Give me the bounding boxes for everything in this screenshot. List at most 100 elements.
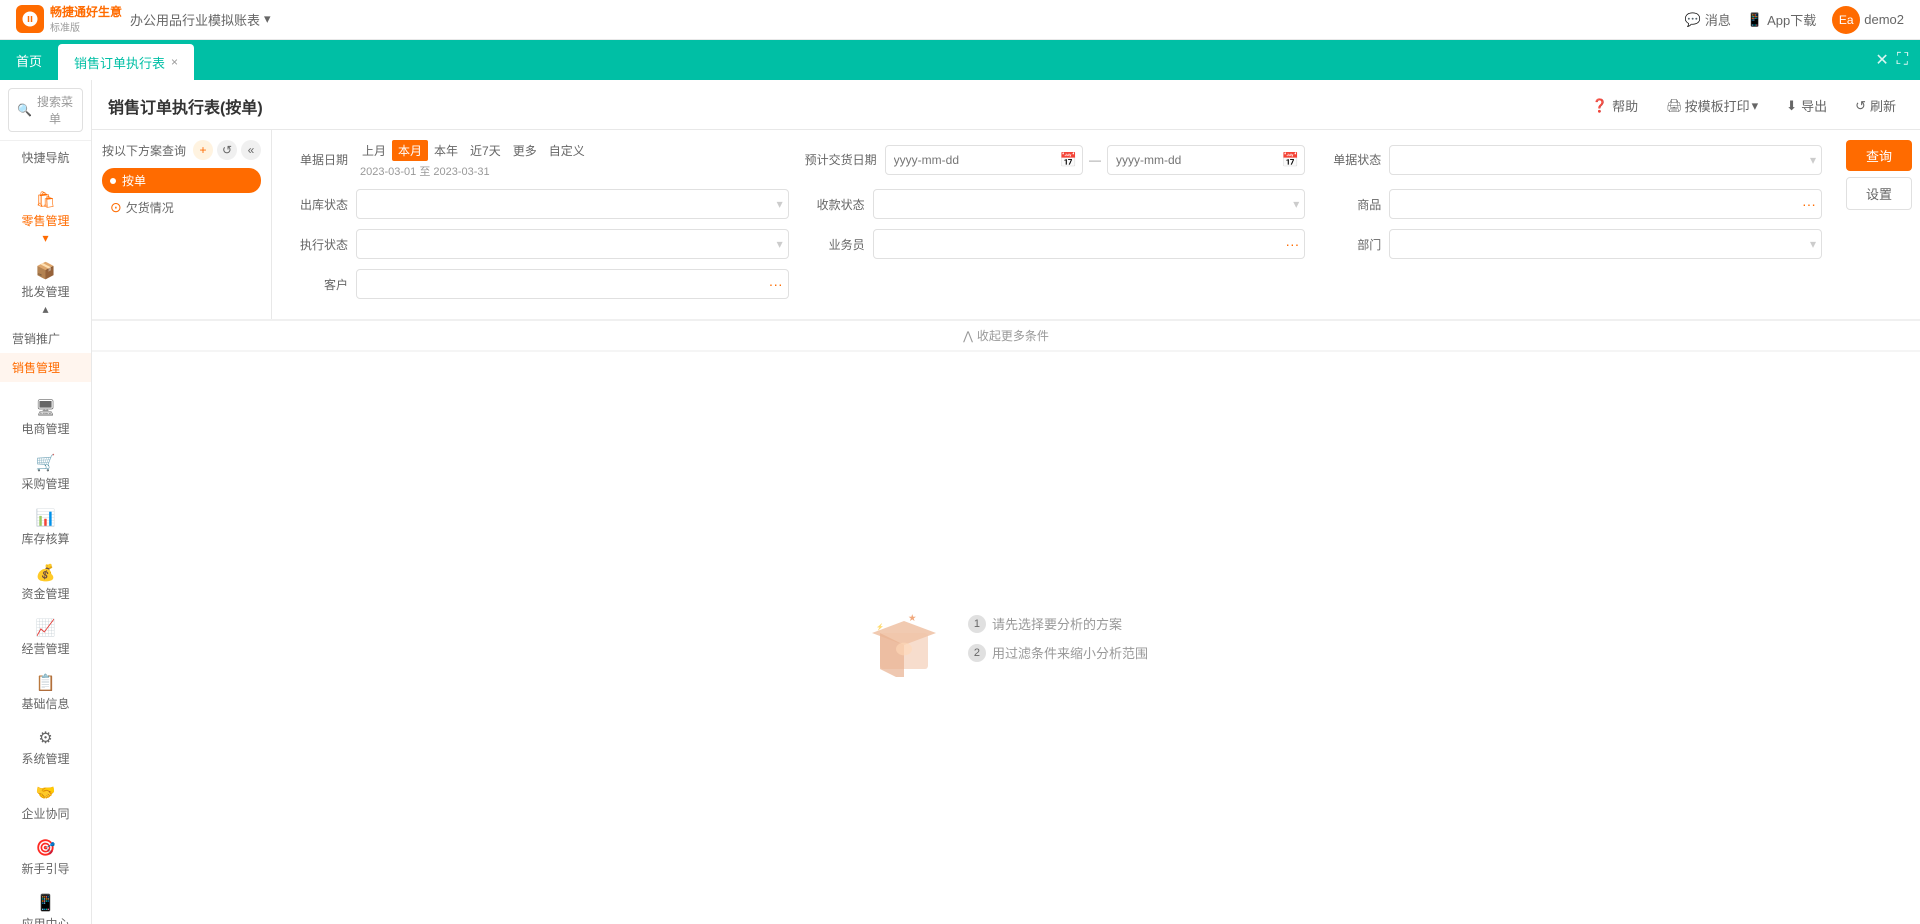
- search-menu-btn[interactable]: 🔍 搜索菜单: [8, 88, 83, 132]
- query-btn[interactable]: 查询: [1846, 140, 1912, 171]
- scheme-item-active[interactable]: 按单: [102, 168, 261, 193]
- svg-text:⚡: ⚡: [876, 623, 884, 631]
- sidebar-item-inventory[interactable]: 📊 库存核算: [0, 500, 91, 555]
- hint-num-2: 2: [968, 644, 986, 662]
- sidebar-item-quicknav[interactable]: 快捷导航: [0, 141, 91, 174]
- filter-row-3: 执行状态 ▾ 业务员: [288, 229, 1822, 259]
- settings-btn[interactable]: 设置: [1846, 177, 1912, 210]
- print-icon: 🖨: [1666, 98, 1683, 114]
- marketing-label: 营销推广: [12, 330, 60, 347]
- scheme-reset-btn[interactable]: ↺: [217, 140, 237, 160]
- filter-field-forecast: 预计交货日期 📅 — 📅: [805, 145, 1306, 175]
- sidebar-item-operation[interactable]: 📈 经营管理: [0, 610, 91, 665]
- app-name-arrow: ▾: [264, 11, 271, 27]
- operation-label: 经营管理: [21, 640, 69, 657]
- help-icon: ❓: [1592, 98, 1608, 114]
- execute-label: 执行状态: [288, 236, 348, 253]
- header-right: 💬 消息 📱 App下载 Ea demo2: [1685, 6, 1904, 34]
- brand-subtitle: 标准版: [50, 19, 122, 34]
- sidebar-item-enterprise[interactable]: 🤝 企业协同: [0, 775, 91, 830]
- execute-control: ▾: [356, 229, 789, 259]
- product-more-icon[interactable]: ···: [1802, 196, 1816, 212]
- user-action[interactable]: Ea demo2: [1832, 6, 1904, 34]
- sidebar-item-system[interactable]: ⚙ 系统管理: [0, 720, 91, 775]
- tab-close-icon[interactable]: ✕: [1875, 50, 1888, 70]
- date-tab-lastmonth[interactable]: 上月: [356, 140, 392, 161]
- collapse-bar[interactable]: ⋀ 收起更多条件: [92, 320, 1920, 350]
- customer-input[interactable]: [356, 269, 789, 299]
- date-tab-more[interactable]: 更多: [507, 140, 543, 161]
- header-app-name[interactable]: 办公用品行业模拟账表 ▾: [130, 10, 271, 29]
- tab-close-btn[interactable]: ×: [171, 55, 178, 69]
- forecast-from-input[interactable]: [885, 145, 1083, 175]
- scheme-sub-debt[interactable]: ⊙ 欠货情况: [102, 195, 261, 220]
- page-actions: ❓ 帮助 🖨 按模板打印 ▾ ⬇ 导出 ↺ 刷新: [1584, 92, 1904, 129]
- sidebar-item-finance[interactable]: 💰 资金管理: [0, 555, 91, 610]
- refresh-btn[interactable]: ↺ 刷新: [1847, 92, 1904, 119]
- search-menu-label: 搜索菜单: [36, 93, 74, 127]
- svg-text:★: ★: [908, 613, 917, 624]
- system-label: 系统管理: [21, 750, 69, 767]
- outbound-control: ▾: [356, 189, 789, 219]
- scheme-add-btn[interactable]: +: [193, 140, 213, 160]
- page-header: 销售订单执行表(按单) ❓ 帮助 🖨 按模板打印 ▾ ⬇ 导出 ↺ 刷新: [92, 80, 1920, 130]
- sidebar-sub-sales[interactable]: 销售管理: [0, 353, 91, 382]
- customer-more-icon[interactable]: ···: [769, 276, 783, 292]
- outbound-select[interactable]: [356, 189, 789, 219]
- product-input[interactable]: [1389, 189, 1822, 219]
- receipt-select[interactable]: [873, 189, 1306, 219]
- tab-home[interactable]: 首页: [0, 40, 58, 80]
- filter-row-2: 出库状态 ▾ 收款状态: [288, 189, 1822, 219]
- help-btn[interactable]: ❓ 帮助: [1584, 92, 1646, 119]
- receipt-label: 收款状态: [805, 196, 865, 213]
- wholesale-arrow: ▴: [42, 302, 48, 316]
- app-download-action[interactable]: 📱 App下载: [1747, 10, 1816, 29]
- filter-field-product: 商品 ···: [1321, 189, 1822, 219]
- wholesale-label: 批发管理: [21, 283, 69, 300]
- brand-name: 畅捷通好生意: [50, 5, 122, 19]
- sidebar-item-wholesale[interactable]: 📦 批发管理 ▴: [0, 253, 91, 324]
- inventory-label: 库存核算: [21, 530, 69, 547]
- scheme-title: 按以下方案查询: [102, 142, 186, 159]
- appcenter-label: 应用中心: [21, 915, 69, 924]
- enterprise-icon: 🤝: [36, 783, 56, 803]
- sidebar-item-retail[interactable]: 🛍 零售管理 ▾: [0, 182, 91, 253]
- tab-active[interactable]: 销售订单执行表 ×: [58, 44, 194, 80]
- date-tab-7days[interactable]: 近7天: [464, 140, 507, 161]
- filter-scheme: 按以下方案查询 + ↺ « 按单 ⊙ 欠货情况: [92, 130, 272, 319]
- scheme-header: 按以下方案查询 + ↺ «: [102, 140, 261, 160]
- main-layout: 🔍 搜索菜单 快捷导航 🛍 零售管理 ▾ 📦 批发管理 ▴ 营销推广 销售管理 …: [0, 80, 1920, 924]
- sidebar-item-purchase[interactable]: 🛒 采购管理: [0, 445, 91, 500]
- filter-field-execute: 执行状态 ▾: [288, 229, 789, 259]
- status-select[interactable]: [1389, 145, 1822, 175]
- sidebar-item-ecommerce[interactable]: 🖥 电商管理: [0, 390, 91, 445]
- sidebar-item-appcenter[interactable]: 📱 应用中心: [0, 885, 91, 924]
- sidebar-sub-marketing[interactable]: 营销推广: [0, 324, 91, 353]
- salesman-more-icon[interactable]: ···: [1285, 236, 1299, 252]
- avatar: Ea: [1832, 6, 1860, 34]
- hint-text-1: 请先选择要分析的方案: [992, 614, 1122, 633]
- content-area: 销售订单执行表(按单) ❓ 帮助 🖨 按模板打印 ▾ ⬇ 导出 ↺ 刷新: [92, 80, 1920, 924]
- app-name-text: 办公用品行业模拟账表: [130, 10, 260, 29]
- export-btn[interactable]: ⬇ 导出: [1778, 92, 1835, 119]
- date-tab-thisyear[interactable]: 本年: [428, 140, 464, 161]
- tab-expand-icon[interactable]: ⛶: [1897, 51, 1908, 69]
- scheme-collapse-btn[interactable]: «: [241, 140, 261, 160]
- sidebar-item-basic[interactable]: 📋 基础信息: [0, 665, 91, 720]
- date-tab-custom[interactable]: 自定义: [543, 140, 591, 161]
- quicknav-label: 快捷导航: [21, 149, 69, 166]
- message-action[interactable]: 💬 消息: [1685, 10, 1731, 29]
- basic-icon: 📋: [36, 673, 56, 693]
- date-tab-thismonth[interactable]: 本月: [392, 140, 428, 161]
- sidebar-item-newguide[interactable]: 🎯 新手引导: [0, 830, 91, 885]
- execute-select[interactable]: [356, 229, 789, 259]
- salesman-input[interactable]: [873, 229, 1306, 259]
- forecast-to-input[interactable]: [1107, 145, 1305, 175]
- salesman-label: 业务员: [805, 236, 865, 253]
- scheme-active-label: 按单: [122, 172, 146, 189]
- print-btn[interactable]: 🖨 按模板打印 ▾: [1658, 92, 1766, 119]
- forecast-to-wrap: 📅: [1107, 145, 1305, 175]
- filter-field-salesman: 业务员 ···: [805, 229, 1306, 259]
- filter-row-4: 客户 ···: [288, 269, 1822, 299]
- dept-select[interactable]: [1389, 229, 1822, 259]
